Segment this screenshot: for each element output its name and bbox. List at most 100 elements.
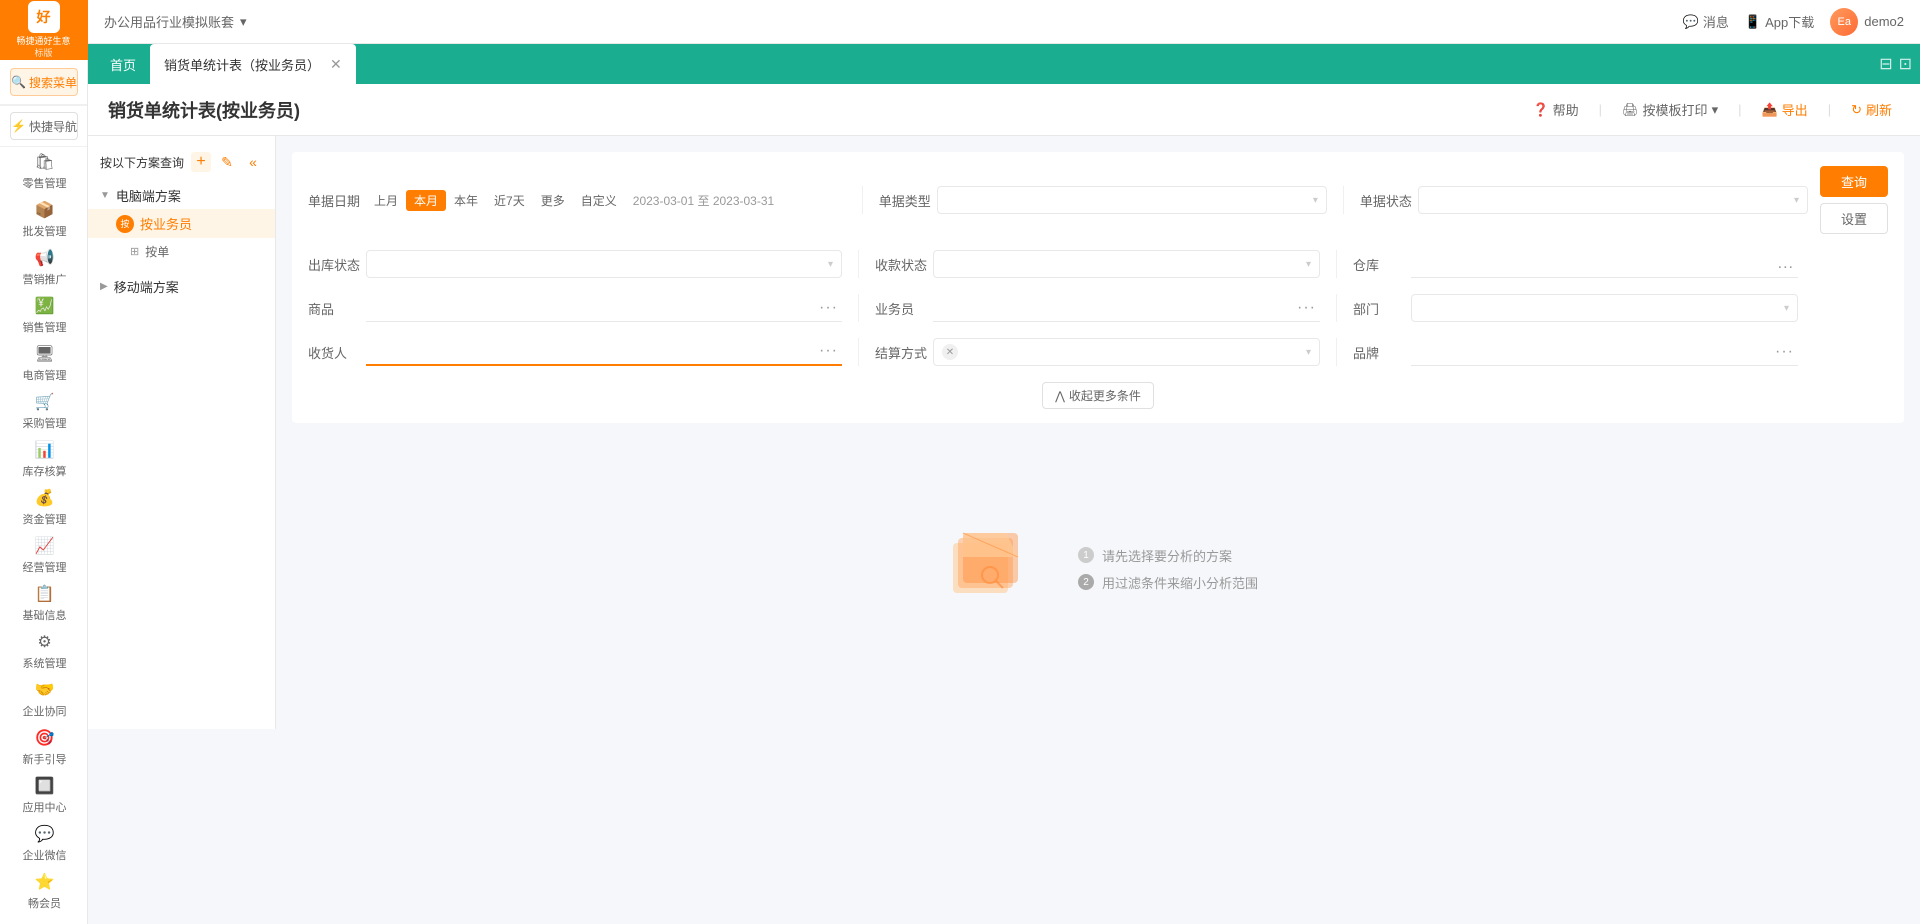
main-area: 办公用品行业模拟账套 ▾ 💬 消息 📱 App下载 Ea demo2 首页 xyxy=(88,0,1920,924)
warehouse-dots[interactable]: ... xyxy=(1778,255,1794,273)
settlement-clear[interactable]: ✕ xyxy=(942,344,958,360)
empty-step-1: 1 请先选择要分析的方案 xyxy=(1078,546,1258,565)
wechat-icon: 💬 xyxy=(35,824,55,844)
date-tab-more[interactable]: 更多 xyxy=(533,190,573,211)
tree-item-desktop[interactable]: ▼ 电脑端方案 xyxy=(88,182,275,209)
sidebar-item-marketing[interactable]: 📢 营销推广 xyxy=(0,243,87,291)
add-scheme-button[interactable]: + xyxy=(191,152,211,172)
sidebar-item-sales[interactable]: 💹 销售管理 xyxy=(0,291,87,339)
sidebar-item-label-wholesale: 批发管理 xyxy=(23,223,67,239)
filter-row-1: 单据日期 上月 本月 本年 近7天 更多 自定义 2023-03-01 至 20… xyxy=(308,166,1888,234)
department-select[interactable]: ▾ xyxy=(1411,294,1798,322)
receipt-status-label: 收款状态 xyxy=(875,255,933,274)
date-tab-current-month[interactable]: 本月 xyxy=(406,190,446,211)
filter-row-3: 商品 ··· 业务员 ··· xyxy=(308,294,1888,322)
right-panel: 单据日期 上月 本月 本年 近7天 更多 自定义 2023-03-01 至 20… xyxy=(276,136,1920,729)
sidebar-item-finance[interactable]: 💰 资金管理 xyxy=(0,483,87,531)
doc-status-select[interactable]: ▾ xyxy=(1418,186,1808,214)
tab-sales-stat[interactable]: 销货单统计表（按业务员） ✕ xyxy=(150,44,356,84)
logo-text: 畅捷通好生意 xyxy=(16,36,70,47)
tab-close-icon[interactable]: ✕ xyxy=(330,56,342,73)
sidebar-item-wechat[interactable]: 💬 企业微信 xyxy=(0,819,87,867)
sidebar-item-newbie[interactable]: 🎯 新手引导 xyxy=(0,723,87,771)
help-button[interactable]: ❓ 帮助 xyxy=(1524,96,1586,123)
tree-item-mobile[interactable]: ▶ 移动端方案 xyxy=(88,273,275,300)
sidebar-item-basic[interactable]: 📋 基础信息 xyxy=(0,579,87,627)
brand-control[interactable]: ··· xyxy=(1411,338,1798,366)
tree-item-by-salesperson[interactable]: 按 按业务员 xyxy=(88,209,275,238)
print-dropdown-icon: ▾ xyxy=(1712,102,1719,118)
tree-arrow-desktop: ▼ xyxy=(100,190,110,201)
collapse-panel-button[interactable]: « xyxy=(243,152,263,172)
main-layout: 按以下方案查询 + ✎ « ▼ 电脑端方案 xyxy=(88,136,1920,729)
finance-icon: 💰 xyxy=(35,488,55,508)
sidebar-item-ecommerce[interactable]: 🖥 电商管理 xyxy=(0,339,87,387)
sidebar-item-purchase[interactable]: 🛒 采购管理 xyxy=(0,387,87,435)
sidebar-item-label-ecommerce: 电商管理 xyxy=(23,367,67,383)
app-download-button[interactable]: 📱 App下载 xyxy=(1745,12,1814,31)
warehouse-control[interactable]: ... xyxy=(1411,250,1798,278)
tab-home[interactable]: 首页 xyxy=(96,44,150,84)
date-tab-current-year[interactable]: 本年 xyxy=(446,190,486,211)
tree-item-by-order[interactable]: ⊞ 按单 xyxy=(88,238,275,265)
sep7 xyxy=(858,338,859,366)
brand-dots[interactable]: ··· xyxy=(1775,343,1794,361)
sidebar-item-label-retail: 零售管理 xyxy=(23,175,67,191)
sidebar-item-wholesale[interactable]: 📦 批发管理 xyxy=(0,195,87,243)
purchase-icon: 🛒 xyxy=(35,392,55,412)
sidebar-item-inventory[interactable]: 📊 库存核算 xyxy=(0,435,87,483)
nav-menu: 🛍 零售管理 📦 批发管理 📢 营销推广 💹 销售管理 🖥 电商管理 🛒 采购管… xyxy=(0,147,87,915)
receipt-status-select[interactable]: ▾ xyxy=(933,250,1320,278)
empty-content: 1 请先选择要分析的方案 2 用过滤条件来缩小分析范围 xyxy=(938,513,1258,633)
system-icon: ⚙ xyxy=(37,632,51,652)
sidebar-item-enterprise[interactable]: 🤝 企业协同 xyxy=(0,675,87,723)
consignee-control[interactable]: ··· xyxy=(366,338,842,366)
brand-label: 品牌 xyxy=(1353,343,1411,362)
action-buttons: 查询 设置 xyxy=(1820,166,1888,234)
sidebar-item-member[interactable]: ⭐ 畅会员 xyxy=(0,867,87,915)
quick-nav-button[interactable]: ⚡ 快捷导航 xyxy=(10,112,78,140)
goods-dots[interactable]: ··· xyxy=(819,299,838,317)
print-button[interactable]: 🖨 按模板打印 ▾ xyxy=(1614,96,1726,123)
collapse-button[interactable]: ⋀ 收起更多条件 xyxy=(1042,382,1154,409)
settlement-select[interactable]: ✕ ▾ xyxy=(933,338,1320,366)
sep6 xyxy=(1336,294,1337,322)
out-status-select[interactable]: ▾ xyxy=(366,250,842,278)
search-menu-button[interactable]: 🔍 搜索菜单 xyxy=(10,68,78,96)
page-header: 销货单统计表(按业务员) ❓ 帮助 | 🖨 按模板打印 ▾ | 📤 导出 | xyxy=(88,84,1920,136)
filter-doc-type: 单据类型 ▾ xyxy=(879,186,1327,214)
sidebar-item-system[interactable]: ⚙ 系统管理 xyxy=(0,627,87,675)
doc-status-label: 单据状态 xyxy=(1360,191,1418,210)
filter-receipt-status: 收款状态 ▾ xyxy=(875,250,1320,278)
query-button[interactable]: 查询 xyxy=(1820,166,1888,197)
user-profile[interactable]: Ea demo2 xyxy=(1830,8,1904,36)
filter-salesperson: 业务员 ··· xyxy=(875,294,1320,322)
divider1: | xyxy=(1599,102,1602,117)
salesperson-control[interactable]: ··· xyxy=(933,294,1320,322)
edit-scheme-button[interactable]: ✎ xyxy=(217,152,237,172)
date-tab-custom[interactable]: 自定义 xyxy=(573,190,625,211)
date-range-display: 2023-03-01 至 2023-03-31 xyxy=(633,192,774,209)
export-button[interactable]: 📤 导出 xyxy=(1753,96,1815,123)
date-tab-prev-month[interactable]: 上月 xyxy=(366,190,406,211)
settlement-arrow: ▾ xyxy=(1306,347,1311,358)
tab-minimize-icon[interactable]: ⊟ xyxy=(1879,54,1892,74)
settings-button[interactable]: 设置 xyxy=(1820,203,1888,234)
retail-icon: 🛍 xyxy=(34,152,54,172)
consignee-dots[interactable]: ··· xyxy=(819,342,838,360)
header-actions: 💬 消息 📱 App下载 Ea demo2 xyxy=(1683,8,1904,36)
doc-type-select[interactable]: ▾ xyxy=(937,186,1327,214)
workspace-dropdown-icon[interactable]: ▾ xyxy=(240,14,247,30)
goods-control[interactable]: ··· xyxy=(366,294,842,322)
sidebar-item-label-enterprise: 企业协同 xyxy=(23,703,67,719)
message-button[interactable]: 💬 消息 xyxy=(1683,12,1729,31)
date-tab-7days[interactable]: 近7天 xyxy=(486,190,533,211)
tab-expand-icon[interactable]: ⊡ xyxy=(1899,54,1912,74)
salesperson-dots[interactable]: ··· xyxy=(1297,299,1316,317)
refresh-button[interactable]: ↻ 刷新 xyxy=(1843,96,1900,123)
marketing-icon: 📢 xyxy=(35,248,55,268)
sidebar-item-retail[interactable]: 🛍 零售管理 xyxy=(0,147,87,195)
sidebar-item-apps[interactable]: 🔲 应用中心 xyxy=(0,771,87,819)
sidebar-item-operation[interactable]: 📈 经营管理 xyxy=(0,531,87,579)
doc-type-arrow: ▾ xyxy=(1313,195,1318,206)
